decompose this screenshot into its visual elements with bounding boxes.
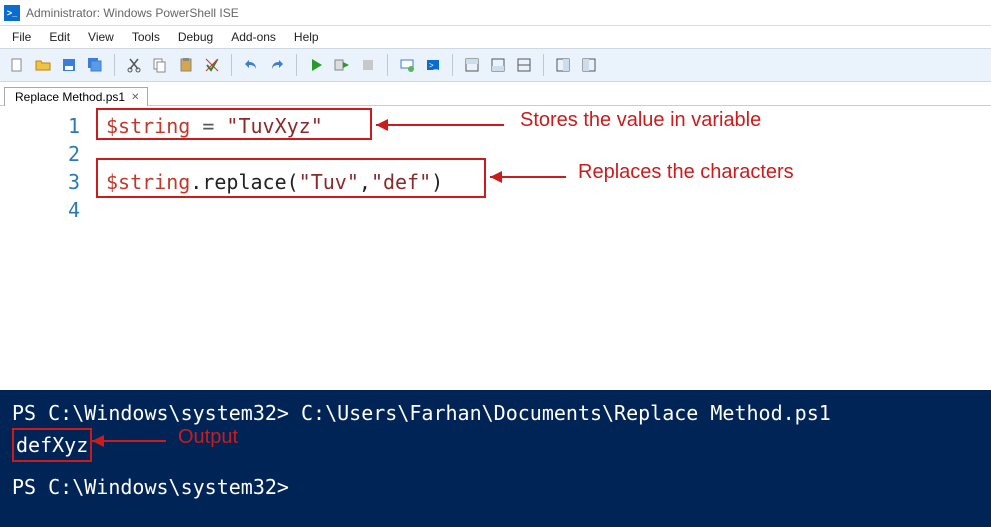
menu-edit[interactable]: Edit <box>41 28 78 46</box>
annotation-line1: Stores the value in variable <box>520 106 761 134</box>
stop-icon[interactable] <box>357 54 379 76</box>
code-line-4 <box>106 196 991 224</box>
clear-icon[interactable] <box>201 54 223 76</box>
script-tab[interactable]: Replace Method.ps1 ✕ <box>4 87 148 106</box>
output-highlight-box: defXyz <box>12 428 92 462</box>
window-title: Administrator: Windows PowerShell ISE <box>26 6 239 20</box>
copy-icon[interactable] <box>149 54 171 76</box>
code-editor[interactable]: 1 2 3 4 $string = "TuvXyz" $string.repla… <box>0 106 991 390</box>
show-console-icon[interactable] <box>487 54 509 76</box>
save-icon[interactable] <box>58 54 80 76</box>
highlight-box-line3 <box>96 158 486 198</box>
line-number: 4 <box>0 196 80 224</box>
separator <box>114 54 115 76</box>
console-line-3: PS C:\Windows\system32> <box>12 472 979 502</box>
separator <box>231 54 232 76</box>
new-file-icon[interactable] <box>6 54 28 76</box>
arrow-line3 <box>490 168 574 188</box>
separator <box>387 54 388 76</box>
line-number: 3 <box>0 168 80 196</box>
remote-powershell-icon[interactable]: >_ <box>422 54 444 76</box>
paste-icon[interactable] <box>175 54 197 76</box>
separator <box>543 54 544 76</box>
tabbar: Replace Method.ps1 ✕ <box>0 82 991 106</box>
menu-debug[interactable]: Debug <box>170 28 221 46</box>
show-command-addon-icon[interactable] <box>578 54 600 76</box>
new-remote-icon[interactable] <box>396 54 418 76</box>
show-both-icon[interactable] <box>513 54 535 76</box>
menu-help[interactable]: Help <box>286 28 327 46</box>
tab-label: Replace Method.ps1 <box>15 90 125 104</box>
save-all-icon[interactable] <box>84 54 106 76</box>
redo-icon[interactable] <box>266 54 288 76</box>
close-tab-icon[interactable]: ✕ <box>131 92 139 103</box>
svg-text:>_: >_ <box>429 61 439 70</box>
arrow-output <box>92 432 174 450</box>
highlight-box-line1 <box>96 108 372 140</box>
menu-tools[interactable]: Tools <box>124 28 168 46</box>
undo-icon[interactable] <box>240 54 262 76</box>
show-script-icon[interactable] <box>461 54 483 76</box>
annotation-line3: Replaces the characters <box>578 158 794 186</box>
arrow-line1 <box>376 116 512 136</box>
run-selection-icon[interactable] <box>331 54 353 76</box>
code-area[interactable]: $string = "TuvXyz" $string.replace("Tuv"… <box>100 106 991 390</box>
menu-view[interactable]: View <box>80 28 122 46</box>
console-line-1: PS C:\Windows\system32> C:\Users\Farhan\… <box>12 398 979 428</box>
separator <box>452 54 453 76</box>
line-gutter: 1 2 3 4 <box>0 106 100 390</box>
console-pane[interactable]: PS C:\Windows\system32> C:\Users\Farhan\… <box>0 390 991 527</box>
cut-icon[interactable] <box>123 54 145 76</box>
line-number: 1 <box>0 112 80 140</box>
menu-file[interactable]: File <box>4 28 39 46</box>
open-file-icon[interactable] <box>32 54 54 76</box>
separator <box>296 54 297 76</box>
titlebar: >_ Administrator: Windows PowerShell ISE <box>0 0 991 26</box>
menubar: File Edit View Tools Debug Add-ons Help <box>0 26 991 48</box>
menu-addons[interactable]: Add-ons <box>223 28 284 46</box>
app-icon: >_ <box>4 5 20 21</box>
run-icon[interactable] <box>305 54 327 76</box>
show-command-icon[interactable] <box>552 54 574 76</box>
line-number: 2 <box>0 140 80 168</box>
annotation-output: Output <box>178 422 238 452</box>
toolbar: >_ <box>0 48 991 82</box>
